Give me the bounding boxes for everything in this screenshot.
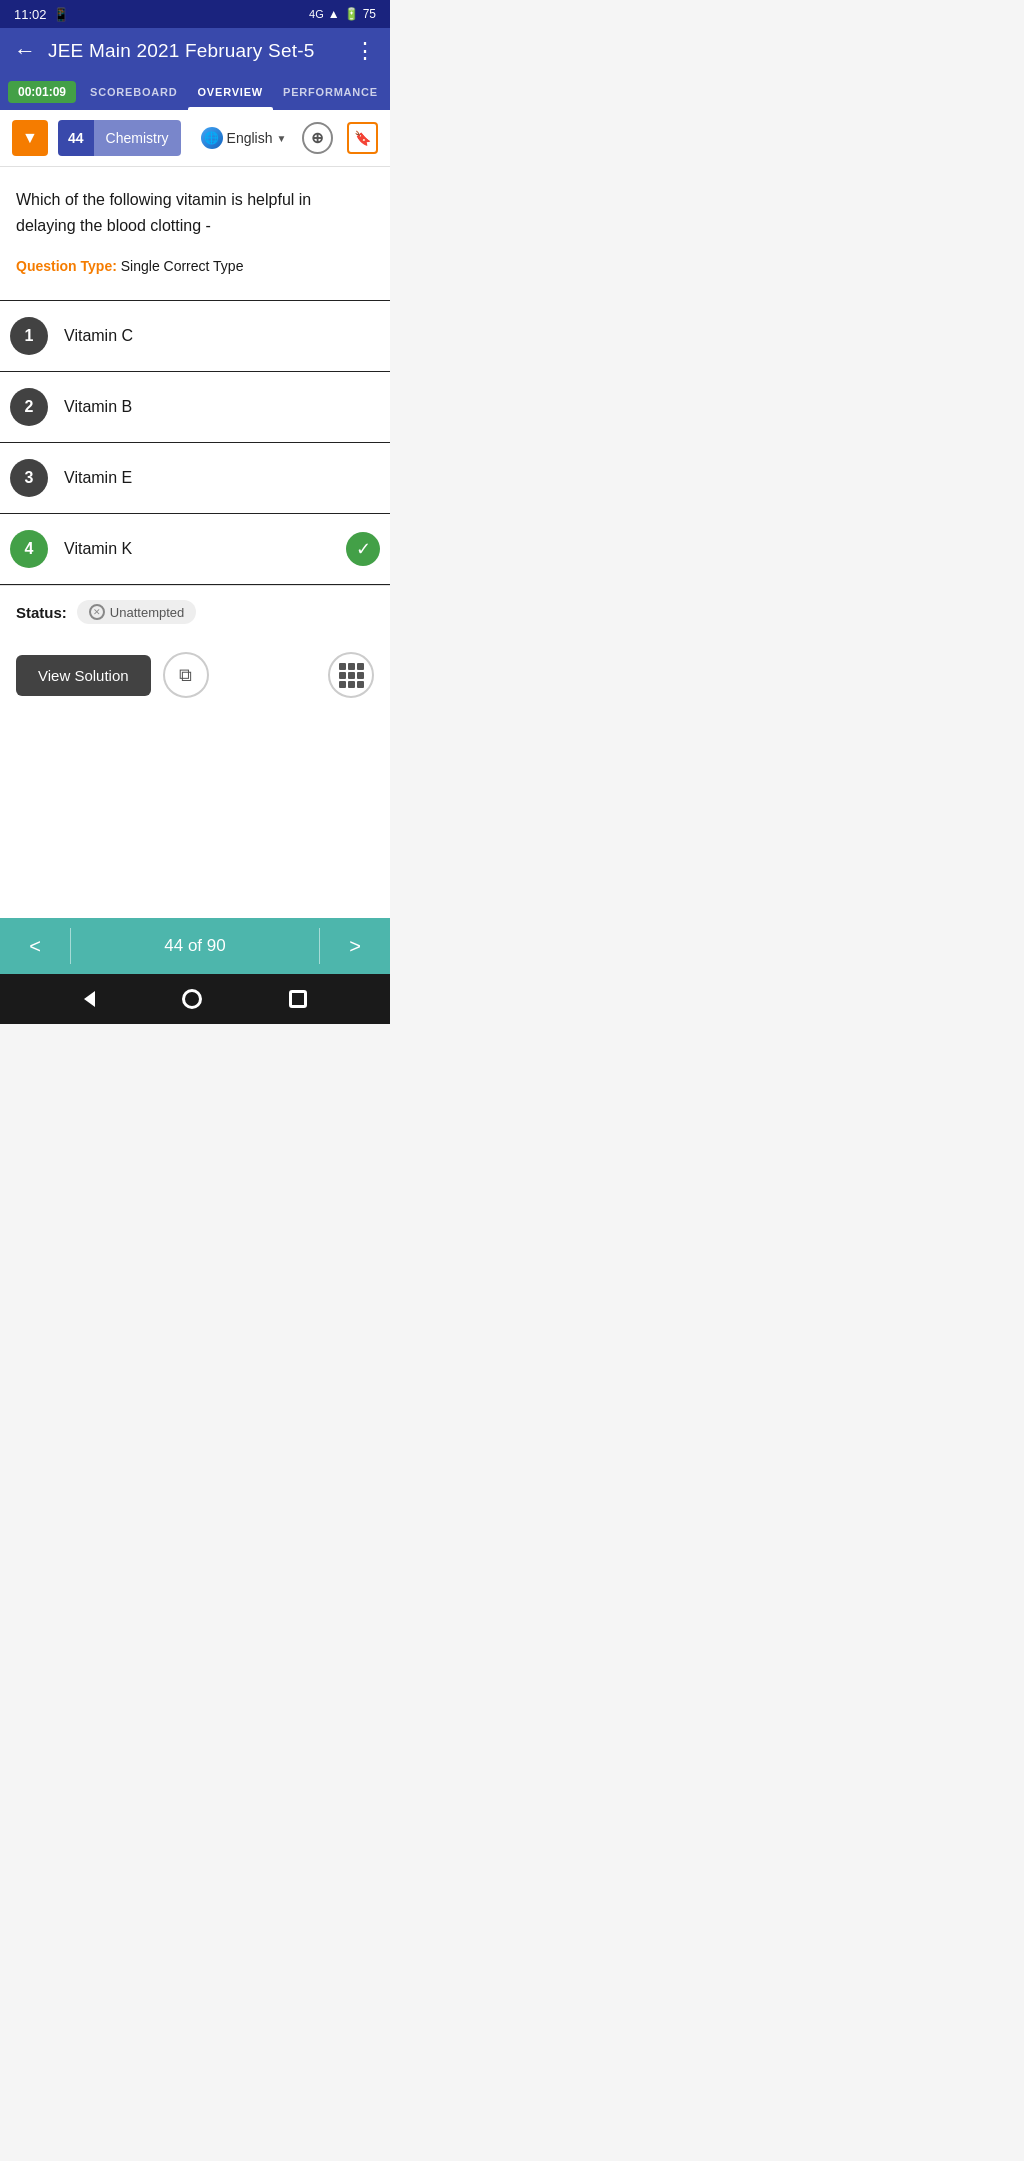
option-number-3: 3	[10, 459, 48, 497]
option-row-1[interactable]: 1 Vitamin C	[0, 301, 390, 371]
option-number-4: 4	[10, 530, 48, 568]
globe-icon: 🌐	[201, 127, 223, 149]
question-number: 44	[58, 120, 94, 156]
battery-level: 75	[363, 7, 376, 21]
option-number-1: 1	[10, 317, 48, 355]
app-bar: ← JEE Main 2021 February Set-5 ⋮	[0, 28, 390, 74]
back-nav-button[interactable]	[84, 991, 95, 1007]
zoom-icon: ⊕	[311, 129, 324, 147]
system-nav-bar	[0, 974, 390, 1024]
question-header: ▼ 44 Chemistry 🌐 English ▼ ⊕ 🔖	[0, 110, 390, 167]
option-number-2: 2	[10, 388, 48, 426]
home-circle-icon	[182, 989, 202, 1009]
tab-bar: 00:01:09 SCOREBOARD OVERVIEW PERFORMANCE…	[0, 74, 390, 110]
lang-chevron-icon: ▼	[277, 133, 287, 144]
bookmark-button[interactable]: 🔖	[347, 122, 378, 154]
question-type-label: Question Type:	[16, 258, 117, 274]
tab-leaderboard[interactable]: LEADERBOARD	[388, 74, 390, 110]
option-text-1: Vitamin C	[64, 327, 380, 345]
next-button[interactable]: >	[320, 918, 390, 974]
bookmark-icon: 🔖	[354, 130, 371, 146]
nav-footer: < 44 of 90 >	[0, 918, 390, 974]
empty-area	[0, 718, 390, 918]
actions-row: View Solution ⧉	[0, 638, 390, 718]
option-text-3: Vitamin E	[64, 469, 380, 487]
grid-button[interactable]	[328, 652, 374, 698]
tab-performance[interactable]: PERFORMANCE	[273, 74, 388, 110]
option-row-4[interactable]: 4 Vitamin K ✓	[0, 514, 390, 584]
back-triangle-icon	[84, 991, 95, 1007]
grid-icon	[339, 663, 364, 688]
timer-badge: 00:01:09	[8, 81, 76, 103]
prev-button[interactable]: <	[0, 918, 70, 974]
status-badge-text: Unattempted	[110, 605, 184, 620]
battery-icon: 🔋	[344, 7, 359, 21]
recents-square-icon	[289, 990, 307, 1008]
option-row-2[interactable]: 2 Vitamin B	[0, 372, 390, 442]
filter-icon: ▼	[22, 129, 38, 147]
option-text-4: Vitamin K	[64, 540, 346, 558]
question-number-badge: 44 Chemistry	[58, 120, 181, 156]
status-row: Status: ✕ Unattempted	[0, 585, 390, 638]
status-label: Status:	[16, 604, 67, 621]
network-label: 4G	[309, 8, 324, 20]
option-text-2: Vitamin B	[64, 398, 380, 416]
tab-scoreboard[interactable]: SCOREBOARD	[80, 74, 187, 110]
status-badge: ✕ Unattempted	[77, 600, 196, 624]
question-type-row: Question Type: Single Correct Type	[16, 258, 374, 274]
status-time: 11:02	[14, 7, 47, 22]
correct-icon: ✓	[346, 532, 380, 566]
subject-label: Chemistry	[94, 120, 181, 156]
language-selector[interactable]: 🌐 English ▼	[201, 127, 287, 149]
back-button[interactable]: ←	[14, 38, 36, 64]
status-bar: 11:02 📱 4G ▲ 🔋 75	[0, 0, 390, 28]
language-label: English	[227, 130, 273, 146]
tab-overview[interactable]: OVERVIEW	[188, 74, 274, 110]
copy-icon: ⧉	[179, 665, 192, 686]
zoom-button[interactable]: ⊕	[302, 122, 333, 154]
recents-nav-button[interactable]	[289, 990, 307, 1008]
menu-button[interactable]: ⋮	[354, 38, 376, 64]
unattempted-icon: ✕	[89, 604, 105, 620]
next-icon: >	[349, 935, 361, 958]
prev-icon: <	[29, 935, 41, 958]
filter-button[interactable]: ▼	[12, 120, 48, 156]
copy-button[interactable]: ⧉	[163, 652, 209, 698]
sim-icon: 📱	[53, 7, 69, 22]
signal-icon: ▲	[328, 7, 340, 21]
option-row-3[interactable]: 3 Vitamin E	[0, 443, 390, 513]
home-nav-button[interactable]	[182, 989, 202, 1009]
view-solution-button[interactable]: View Solution	[16, 655, 151, 696]
question-text: Which of the following vitamin is helpfu…	[16, 187, 374, 238]
nav-progress: 44 of 90	[71, 936, 319, 956]
question-type-value: Single Correct Type	[121, 258, 244, 274]
app-title: JEE Main 2021 February Set-5	[48, 40, 342, 62]
question-content: Which of the following vitamin is helpfu…	[0, 167, 390, 300]
